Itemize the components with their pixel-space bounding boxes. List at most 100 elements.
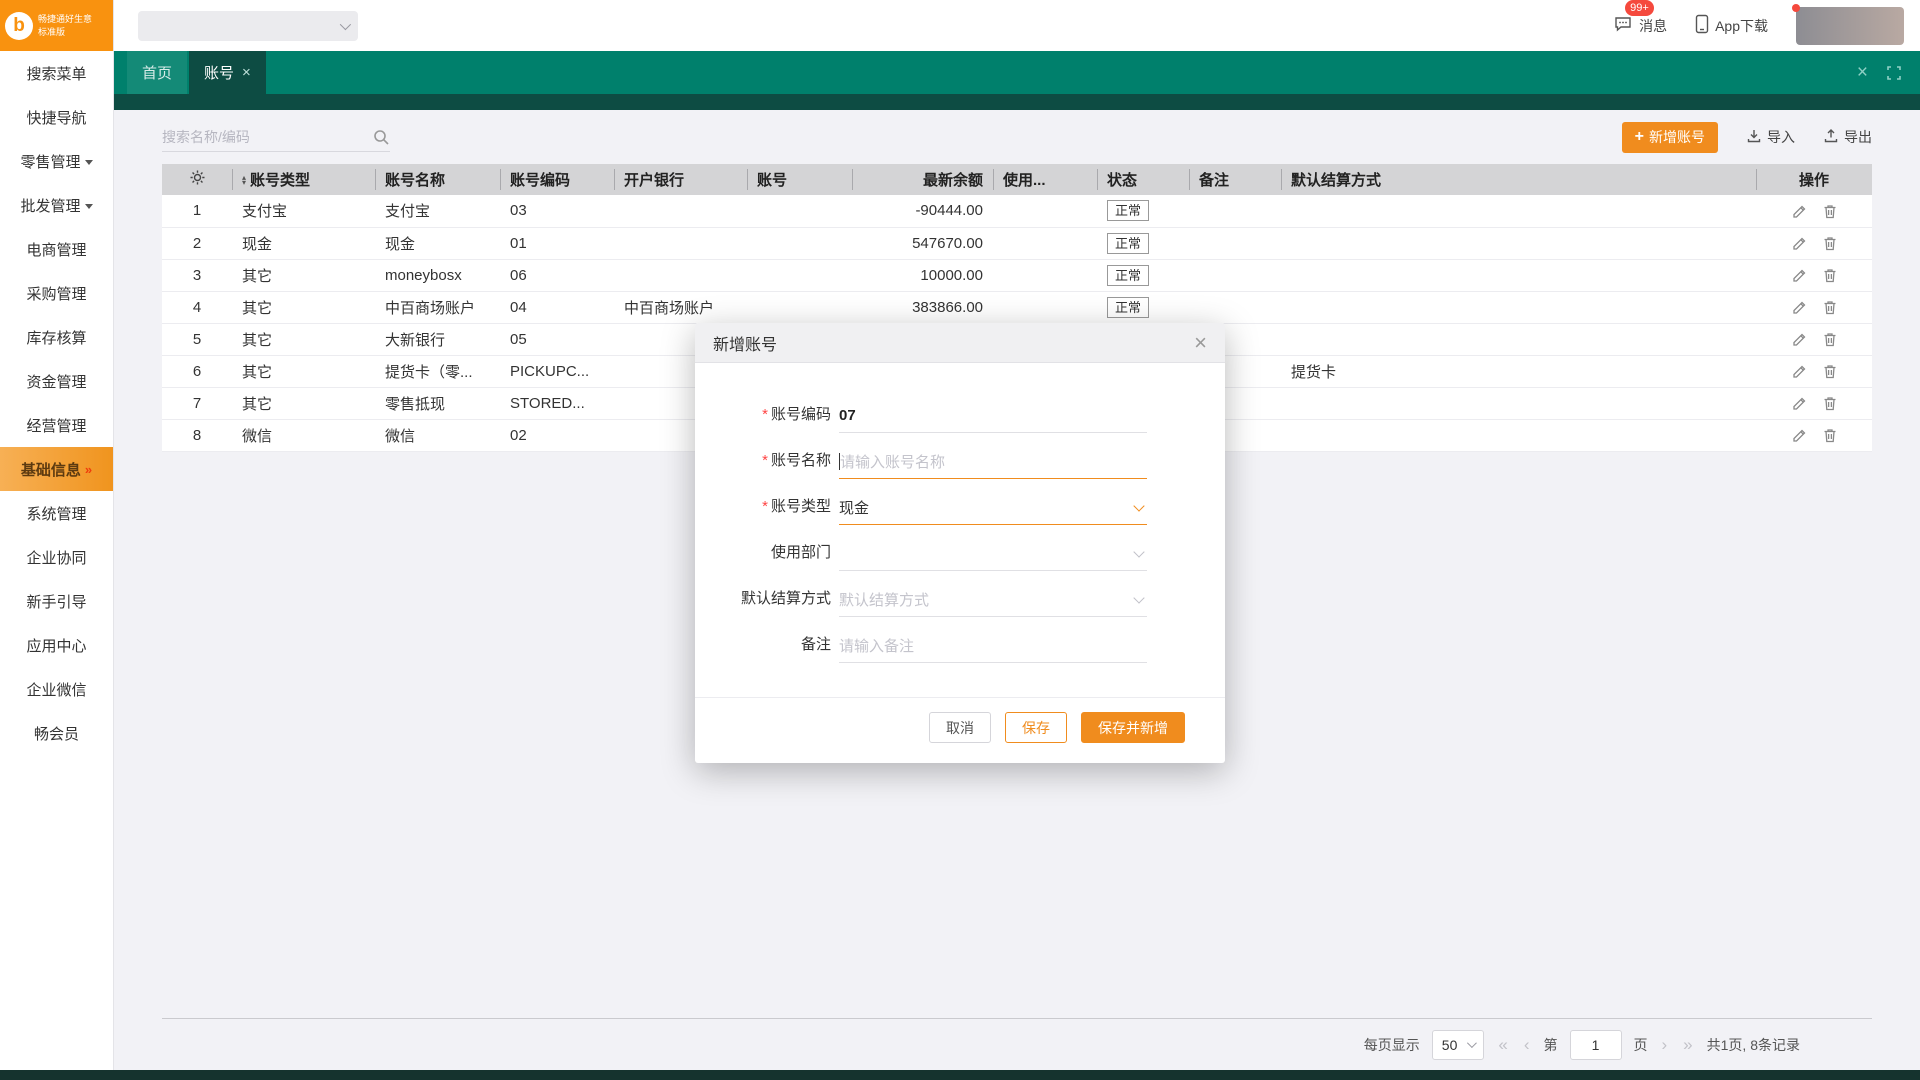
sidebar-item-label: 采购管理 xyxy=(26,285,87,303)
save-button[interactable]: 保存 xyxy=(1005,712,1067,743)
edit-icon[interactable] xyxy=(1791,395,1808,412)
edit-icon[interactable] xyxy=(1791,427,1808,444)
chevron-down-icon xyxy=(1467,1038,1478,1049)
import-icon xyxy=(1746,128,1762,147)
export-button[interactable]: 导出 xyxy=(1823,127,1872,147)
dialog-close-icon[interactable]: × xyxy=(1194,331,1207,354)
sidebar-item[interactable]: 系统管理 xyxy=(0,491,113,535)
close-all-tabs-icon[interactable]: × xyxy=(1857,63,1868,82)
page-number-input[interactable] xyxy=(1569,1029,1622,1060)
store-selector[interactable] xyxy=(138,10,358,41)
delete-icon[interactable] xyxy=(1822,267,1838,284)
prev-page-icon[interactable]: ‹ xyxy=(1522,1035,1532,1055)
delete-icon[interactable] xyxy=(1822,331,1838,348)
chevron-down-icon xyxy=(1133,546,1145,558)
delete-icon[interactable] xyxy=(1822,427,1838,444)
search-input[interactable] xyxy=(162,128,372,145)
sidebar-item[interactable]: 畅会员 xyxy=(0,711,113,755)
sidebar-item[interactable]: 企业协同 xyxy=(0,535,113,579)
delete-icon[interactable] xyxy=(1822,203,1838,220)
sidebar-item[interactable]: 电商管理 xyxy=(0,227,113,271)
sidebar-item[interactable]: 快捷导航 xyxy=(0,95,113,139)
save-and-new-button[interactable]: 保存并新增 xyxy=(1081,712,1185,743)
sidebar-item[interactable]: 基础信息» xyxy=(0,447,113,491)
edit-icon[interactable] xyxy=(1791,299,1808,316)
chevron-down-icon xyxy=(84,159,93,165)
cell-operations xyxy=(1756,387,1872,420)
app-logo: b 畅捷通好生意 标准版 xyxy=(0,0,113,51)
header-account: 账号 xyxy=(747,164,852,195)
per-page-select[interactable]: 50 xyxy=(1431,1029,1485,1060)
field-settlement: 默认结算方式 默认结算方式 xyxy=(705,571,1147,617)
brand-name: 畅捷通好生意 xyxy=(38,14,93,25)
sidebar-item[interactable]: 新手引导 xyxy=(0,579,113,623)
sort-icon: ▴ ▾ xyxy=(242,172,247,187)
sidebar-item[interactable]: 资金管理 xyxy=(0,359,113,403)
settlement-select[interactable]: 默认结算方式 xyxy=(839,583,1147,617)
import-button[interactable]: 导入 xyxy=(1746,127,1795,147)
cell-type: 支付宝 xyxy=(232,195,375,228)
sidebar-item[interactable]: 经营管理 xyxy=(0,403,113,447)
sidebar-item-label: 企业协同 xyxy=(26,549,87,567)
sidebar-item[interactable]: 企业微信 xyxy=(0,667,113,711)
tab[interactable]: 账号 × xyxy=(189,51,266,94)
edit-icon[interactable] xyxy=(1791,267,1808,284)
chevron-down-icon xyxy=(339,18,352,30)
chevron-down-icon xyxy=(1133,592,1145,604)
account-name-input[interactable]: 请输入账号名称 xyxy=(839,445,1147,479)
cell-balance: 547670.00 xyxy=(852,227,993,260)
new-account-dialog: 新增账号 × * 账号编码 07 * 账号名称 请输入账号名称 * 账号类型 现… xyxy=(695,323,1225,763)
tab[interactable]: 首页 xyxy=(127,51,188,94)
remark-input[interactable]: 请输入备注 xyxy=(839,629,1147,663)
delete-icon[interactable] xyxy=(1822,235,1838,252)
header-account-type[interactable]: ▴ ▾ 账号类型 xyxy=(232,164,375,195)
cell-settlement: 提货卡 xyxy=(1281,355,1756,388)
edit-icon[interactable] xyxy=(1791,331,1808,348)
table-row[interactable]: 2 现金 现金 01 547670.00 正常 xyxy=(162,227,1872,260)
table-row[interactable]: 1 支付宝 支付宝 03 -90444.00 正常 xyxy=(162,195,1872,228)
cell-account xyxy=(747,291,852,324)
cell-settlement xyxy=(1281,323,1756,356)
cell-bank xyxy=(614,195,747,228)
sidebar-item[interactable]: 应用中心 xyxy=(0,623,113,667)
messages-button[interactable]: 99+ 消息 xyxy=(1613,0,1667,37)
table-row[interactable]: 4 其它 中百商场账户 04 中百商场账户 383866.00 正常 xyxy=(162,291,1872,324)
sidebar-item[interactable]: 零售管理 xyxy=(0,139,113,183)
cell-operations xyxy=(1756,227,1872,260)
delete-icon[interactable] xyxy=(1822,299,1838,316)
sidebar-item[interactable]: 采购管理 xyxy=(0,271,113,315)
tab-label: 账号 xyxy=(204,65,235,82)
sidebar-item[interactable]: 库存核算 xyxy=(0,315,113,359)
fullscreen-icon[interactable] xyxy=(1886,65,1902,81)
field-label: * 账号编码 xyxy=(762,406,831,423)
cell-status: 正常 xyxy=(1097,227,1189,260)
column-settings-header[interactable] xyxy=(162,164,232,195)
sidebar-item[interactable]: 批发管理 xyxy=(0,183,113,227)
edit-icon[interactable] xyxy=(1791,235,1808,252)
table-row[interactable]: 3 其它 moneybosx 06 10000.00 正常 xyxy=(162,259,1872,292)
sidebar-item[interactable]: 搜索菜单 xyxy=(0,51,113,95)
delete-icon[interactable] xyxy=(1822,395,1838,412)
page-prefix-label: 第 xyxy=(1543,1036,1558,1053)
cell-balance: 10000.00 xyxy=(852,259,993,292)
edit-icon[interactable] xyxy=(1791,203,1808,220)
user-avatar[interactable] xyxy=(1792,3,1904,45)
last-page-icon[interactable]: » xyxy=(1681,1035,1694,1055)
first-page-icon[interactable]: « xyxy=(1496,1035,1509,1055)
add-account-button[interactable]: + 新增账号 xyxy=(1621,121,1718,153)
app-download-button[interactable]: App下载 xyxy=(1695,14,1768,37)
next-page-icon[interactable]: › xyxy=(1660,1035,1670,1055)
edit-icon[interactable] xyxy=(1791,363,1808,380)
account-code-input[interactable]: 07 xyxy=(839,399,1147,433)
delete-icon[interactable] xyxy=(1822,363,1838,380)
account-type-select[interactable]: 现金 xyxy=(839,491,1147,525)
search-icon[interactable] xyxy=(372,128,390,146)
department-select[interactable] xyxy=(839,537,1147,571)
cancel-button[interactable]: 取消 xyxy=(929,712,991,743)
cell-code: STORED... xyxy=(500,387,614,420)
sidebar-item-label: 批发管理 xyxy=(20,197,81,215)
cell-usage xyxy=(993,291,1097,324)
tab-close-icon[interactable]: × xyxy=(242,64,251,81)
field-label: 使用部门 xyxy=(770,544,831,561)
sidebar-item-label: 库存核算 xyxy=(26,329,87,347)
